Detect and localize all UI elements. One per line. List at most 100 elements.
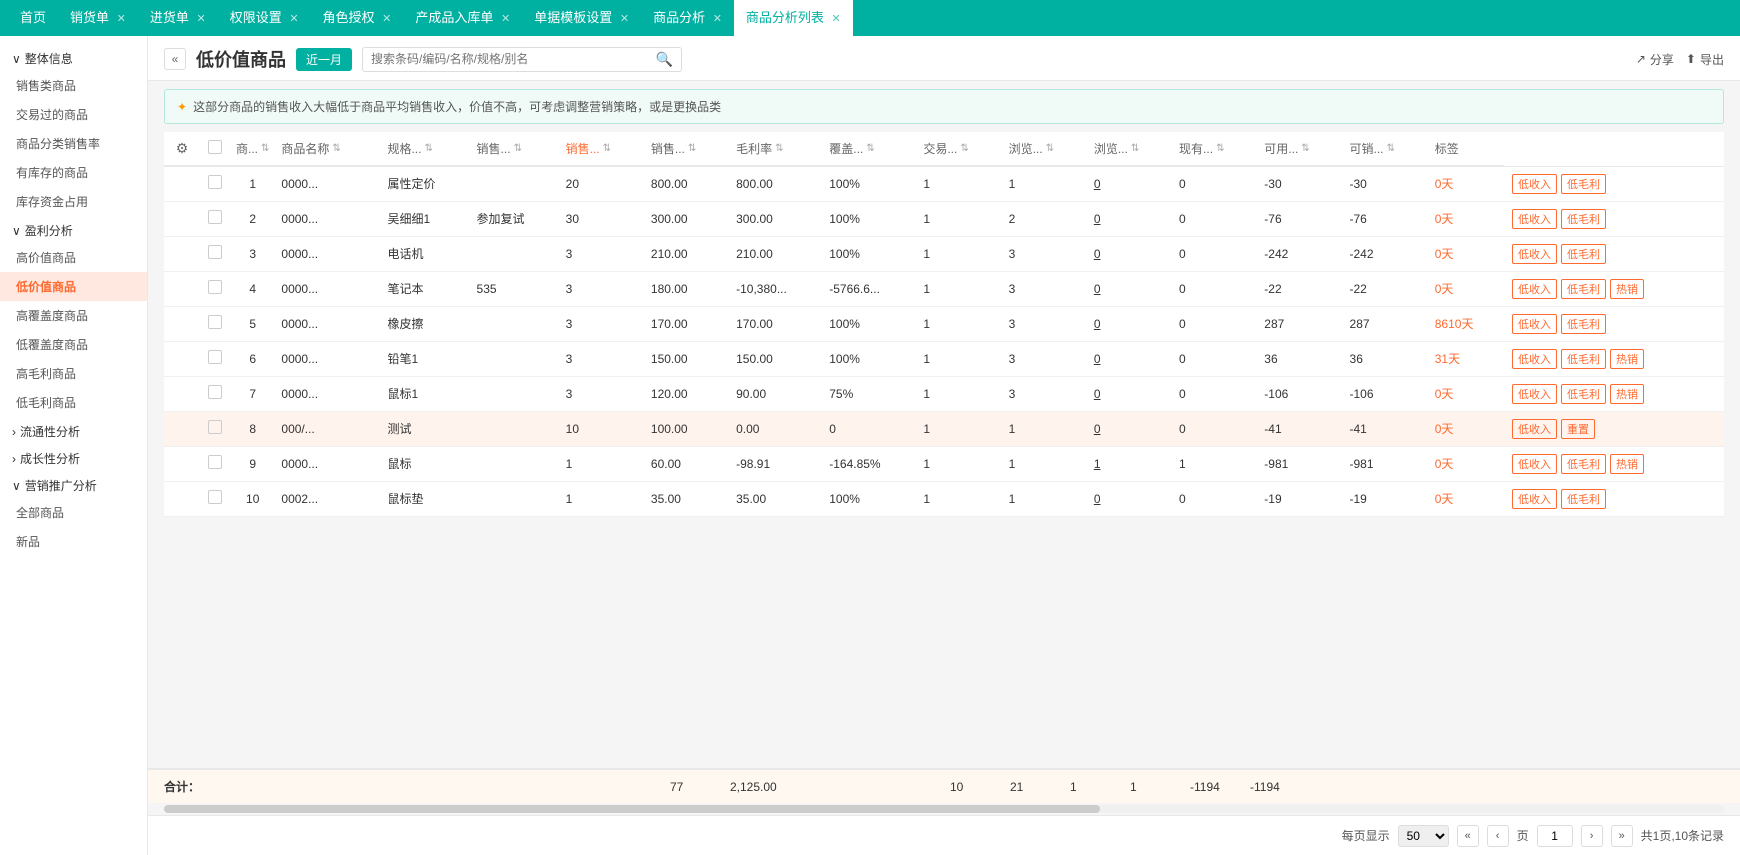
sidebar-item-stocked-products[interactable]: 有库存的商品 (0, 158, 147, 187)
row-checkbox[interactable] (208, 245, 222, 259)
spec-column-header[interactable]: 规格...⇅ (381, 132, 470, 166)
sidebar-item-low-margin[interactable]: 低毛利商品 (0, 388, 147, 417)
nav-product-analysis[interactable]: 商品分析 ✕ (641, 0, 734, 36)
sidebar-item-category-sales-rate[interactable]: 商品分类销售率 (0, 129, 147, 158)
qty-column-header[interactable]: 销售...⇅ (471, 132, 560, 166)
row-checkbox[interactable] (208, 210, 222, 224)
sidebar-item-high-value[interactable]: 高价值商品 (0, 243, 147, 272)
row-checkbox[interactable] (208, 385, 222, 399)
nav-product-stock[interactable]: 产成品入库单 ✕ (403, 0, 522, 36)
sidebar-item-high-coverage[interactable]: 高覆盖度商品 (0, 301, 147, 330)
row-checkbox[interactable] (208, 490, 222, 504)
row-qty: 20 (560, 166, 645, 201)
row-spec: 535 (471, 271, 560, 306)
row-checkbox[interactable] (208, 455, 222, 469)
nav-role-auth[interactable]: 角色授权 ✕ (311, 0, 404, 36)
row-margin: 100% (823, 481, 917, 516)
row-checkbox[interactable] (208, 350, 222, 364)
nav-template-settings[interactable]: 单据模板设置 ✕ (522, 0, 641, 36)
margin-column-header[interactable]: 毛利率⇅ (730, 132, 823, 166)
nav-product-analysis-list[interactable]: 商品分析列表 ✕ (734, 0, 853, 36)
name-column-header[interactable]: 商品名称⇅ (275, 132, 381, 166)
trades-column-header[interactable]: 交易...⇅ (917, 132, 1002, 166)
sidebar: ∨ 整体信息 销售类商品 交易过的商品 商品分类销售率 有库存的商品 库存资金占… (0, 36, 148, 855)
horizontal-scrollbar-track[interactable] (164, 805, 1724, 813)
close-icon[interactable]: ✕ (382, 13, 391, 25)
collapse-sidebar-button[interactable]: « (164, 48, 186, 70)
nav-permissions[interactable]: 权限设置 ✕ (218, 0, 311, 36)
sidebar-group-flow[interactable]: › 流通性分析 (0, 417, 147, 444)
close-icon[interactable]: ✕ (713, 13, 722, 25)
row-qty: 3 (560, 236, 645, 271)
sidebar-item-high-margin[interactable]: 高毛利商品 (0, 359, 147, 388)
arrow-down-icon: ∨ (12, 224, 21, 238)
revenue-column-header[interactable]: 销售...⇅ (560, 132, 645, 166)
row-qty: 3 (560, 306, 645, 341)
search-input[interactable] (371, 52, 652, 66)
close-icon[interactable]: ✕ (289, 13, 298, 25)
row-spec: 参加复试 (471, 201, 560, 236)
sidebar-group-overview[interactable]: ∨ 整体信息 (0, 44, 147, 71)
views2-column-header[interactable]: 浏览...⇅ (1088, 132, 1173, 166)
close-icon[interactable]: ✕ (196, 13, 205, 25)
row-name: 测试 (381, 411, 470, 446)
sidebar-item-low-value[interactable]: 低价值商品 (0, 272, 147, 301)
row-checkbox[interactable] (208, 315, 222, 329)
last-page-button[interactable]: » (1611, 825, 1633, 847)
views1-column-header[interactable]: 浏览...⇅ (1003, 132, 1088, 166)
row-current-stock: -242 (1258, 236, 1343, 271)
row-saleable: 0天 (1429, 201, 1504, 236)
search-icon[interactable]: 🔍 (656, 51, 673, 68)
table-row: 8 000/... 测试 10 100.00 0.00 0 1 1 0 0 -4… (164, 411, 1724, 446)
row-cost: 170.00 (730, 306, 823, 341)
sidebar-item-stock-capital[interactable]: 库存资金占用 (0, 187, 147, 216)
settings-column-header[interactable]: ⚙ (164, 132, 200, 166)
row-code: 0000... (275, 446, 381, 481)
sidebar-item-sales-products[interactable]: 销售类商品 (0, 71, 147, 100)
sidebar-group-profit[interactable]: ∨ 盈利分析 (0, 216, 147, 243)
share-button[interactable]: ↗ 分享 (1636, 51, 1674, 68)
coverage-column-header[interactable]: 覆盖...⇅ (823, 132, 917, 166)
row-current-stock: -30 (1258, 166, 1343, 201)
close-icon[interactable]: ✕ (620, 13, 629, 25)
current-stock-column-header[interactable]: 现有...⇅ (1173, 132, 1258, 166)
row-checkbox[interactable] (208, 280, 222, 294)
row-qty: 1 (560, 446, 645, 481)
row-views1: 0 (1088, 271, 1173, 306)
code-column-header[interactable]: 商...⇅ (230, 132, 275, 166)
cost-column-header[interactable]: 销售...⇅ (645, 132, 730, 166)
saleable-column-header[interactable]: 可销...⇅ (1344, 132, 1429, 166)
filter-recent-month-button[interactable]: 近一月 (296, 48, 352, 71)
close-icon[interactable]: ✕ (501, 13, 510, 25)
horizontal-scrollbar-thumb[interactable] (164, 805, 1100, 813)
sidebar-item-new-products[interactable]: 新品 (0, 527, 147, 556)
page-number-input[interactable] (1537, 825, 1573, 847)
row-index: 9 (230, 446, 275, 481)
row-checkbox[interactable] (208, 420, 222, 434)
export-button[interactable]: ⬆ 导出 (1686, 51, 1724, 68)
nav-sales-order[interactable]: 销货单 ✕ (58, 0, 138, 36)
table-row: 2 0000... 吴细细1 参加复试 30 300.00 300.00 100… (164, 201, 1724, 236)
table-row: 9 0000... 鼠标 1 60.00 -98.91 -164.85% 1 1… (164, 446, 1724, 481)
nav-purchase-order[interactable]: 进货单 ✕ (138, 0, 218, 36)
available-stock-column-header[interactable]: 可用...⇅ (1258, 132, 1343, 166)
row-available-stock: -22 (1344, 271, 1429, 306)
row-views2: 0 (1173, 271, 1258, 306)
gear-icon[interactable]: ⚙ (176, 140, 189, 156)
next-page-button[interactable]: › (1581, 825, 1603, 847)
sidebar-item-low-coverage[interactable]: 低覆盖度商品 (0, 330, 147, 359)
first-page-button[interactable]: « (1457, 825, 1479, 847)
row-index: 7 (230, 376, 275, 411)
close-icon[interactable]: ✕ (832, 13, 841, 25)
per-page-select[interactable]: 50 100 200 (1398, 825, 1449, 847)
sidebar-item-all-products[interactable]: 全部商品 (0, 498, 147, 527)
nav-home[interactable]: 首页 (8, 0, 58, 36)
sidebar-group-growth[interactable]: › 成长性分析 (0, 444, 147, 471)
select-all-checkbox[interactable] (208, 140, 222, 154)
prev-page-button[interactable]: ‹ (1487, 825, 1509, 847)
row-current-stock: -981 (1258, 446, 1343, 481)
sidebar-item-traded-products[interactable]: 交易过的商品 (0, 100, 147, 129)
row-checkbox[interactable] (208, 175, 222, 189)
sidebar-group-marketing[interactable]: ∨ 营销推广分析 (0, 471, 147, 498)
close-icon[interactable]: ✕ (117, 13, 126, 25)
